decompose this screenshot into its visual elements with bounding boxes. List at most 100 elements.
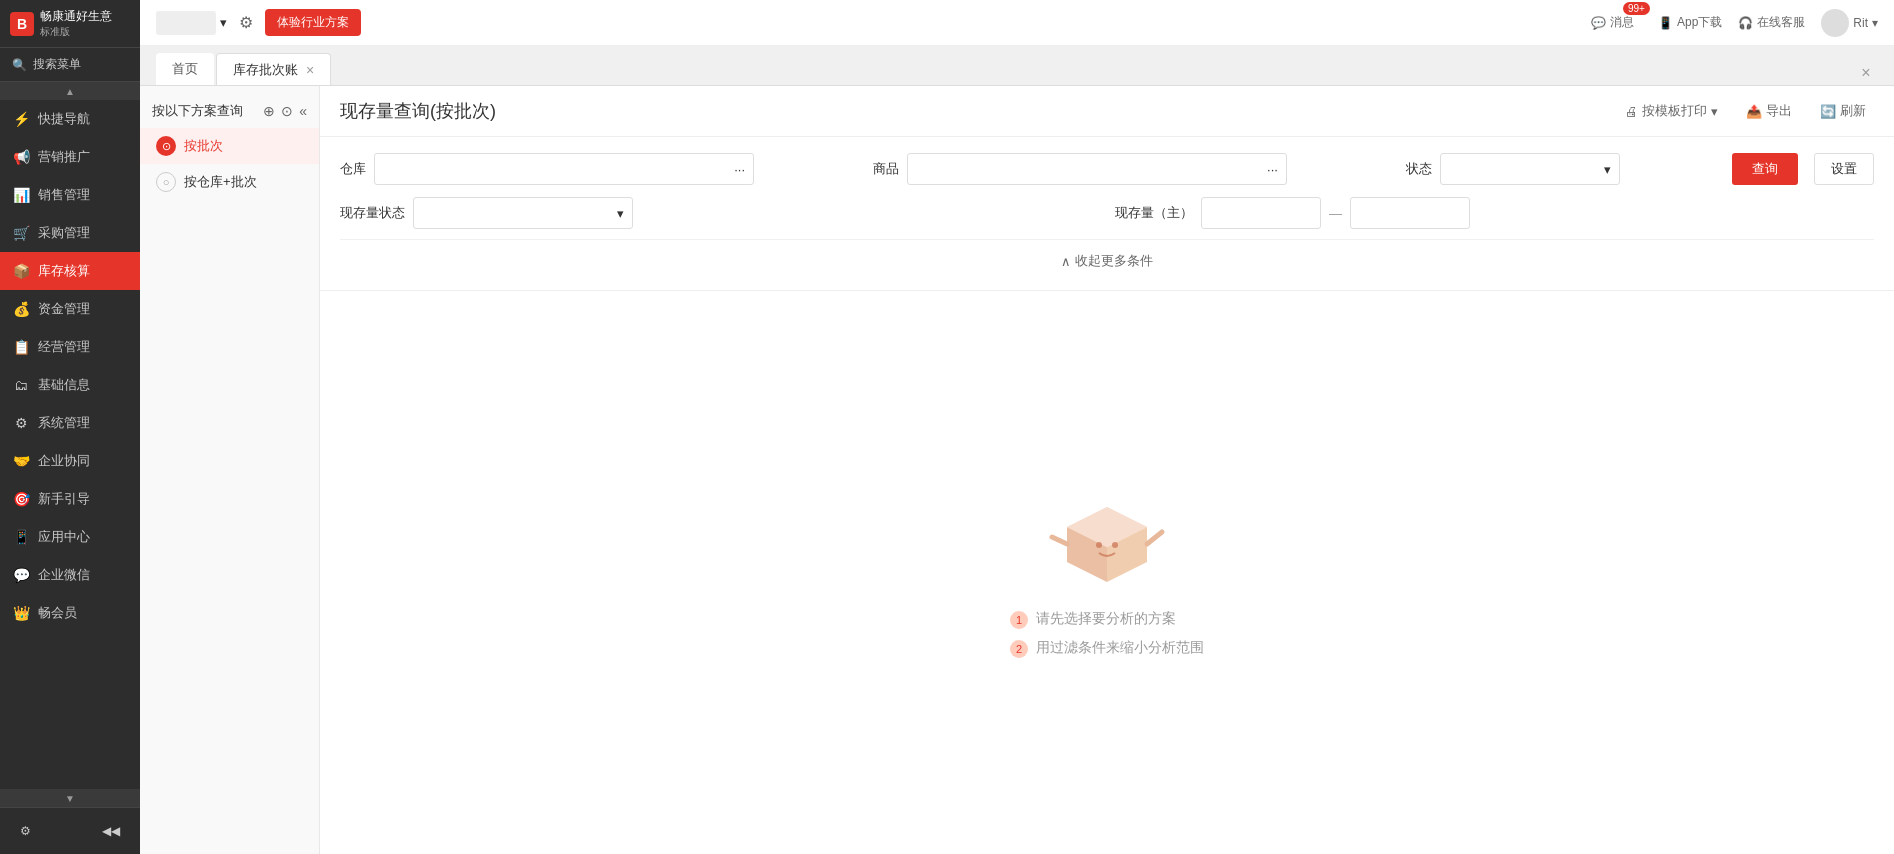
brand-icon: B xyxy=(10,12,34,36)
sidebar-item-quick-nav[interactable]: ⚡ 快捷导航 xyxy=(0,100,140,138)
collapse-filter-btn[interactable]: ∧ 收起更多条件 xyxy=(340,248,1874,274)
message-btn[interactable]: 💬 消息 99+ xyxy=(1583,10,1642,35)
message-label: 消息 xyxy=(1610,14,1634,31)
stock-qty-sep: — xyxy=(1329,206,1342,221)
content-area: 按以下方案查询 ⊕ ⊙ « ⊙ 按批次 ○ 按仓库+批次 现存量查询(按批次) xyxy=(140,86,1894,854)
sidebar-item-label: 企业协同 xyxy=(38,452,90,470)
sidebar-settings-btn[interactable]: ⚙ xyxy=(8,816,43,846)
sidebar-item-wechat[interactable]: 💬 企业微信 xyxy=(0,556,140,594)
purchase-icon: 🛒 xyxy=(12,224,30,242)
add-scheme-btn[interactable]: ⊕ xyxy=(263,103,275,119)
stock-qty-range: — xyxy=(1201,197,1470,229)
sidebar-item-system[interactable]: ⚙ 系统管理 xyxy=(0,404,140,442)
empty-text: 1 请先选择要分析的方案 2 用过滤条件来缩小分析范围 xyxy=(1010,610,1204,668)
scheme-warehouse-label: 按仓库+批次 xyxy=(184,173,257,191)
service-label: 在线客服 xyxy=(1757,14,1805,31)
user-avatar xyxy=(1821,9,1849,37)
sidebar-item-beginner[interactable]: 🎯 新手引导 xyxy=(0,480,140,518)
print-label: 按模板打印 xyxy=(1642,102,1707,120)
sidebar-item-finance[interactable]: 💰 资金管理 xyxy=(0,290,140,328)
brand-name: 畅康通好生意 xyxy=(40,8,112,25)
step2-num: 2 xyxy=(1010,640,1028,658)
export-btn[interactable]: 📤 导出 xyxy=(1738,98,1800,124)
header-dropdown-arrow[interactable]: ▾ xyxy=(220,15,227,30)
page-header: 现存量查询(按批次) 🖨 按模板打印 ▾ 📤 导出 🔄 刷新 xyxy=(320,86,1894,137)
stock-status-select[interactable]: ▾ xyxy=(413,197,633,229)
quick-nav-icon: ⚡ xyxy=(12,110,30,128)
filter-row-2: 现存量状态 ▾ 现存量（主） — xyxy=(340,197,1874,229)
scheme-warehouse-batch[interactable]: ○ 按仓库+批次 xyxy=(140,164,319,200)
filter-area: 仓库 ··· 商品 ··· 状态 xyxy=(320,137,1894,291)
stock-qty-from[interactable] xyxy=(1201,197,1321,229)
sidebar-collapse-btn[interactable]: ◀◀ xyxy=(90,816,132,846)
stock-status-arrow: ▾ xyxy=(617,206,624,221)
online-service-btn[interactable]: 🎧 在线客服 xyxy=(1738,14,1805,31)
sidebar-item-basic-info[interactable]: 🗂 基础信息 xyxy=(0,366,140,404)
empty-state: 1 请先选择要分析的方案 2 用过滤条件来缩小分析范围 xyxy=(320,291,1894,854)
sidebar-item-operations[interactable]: 📋 经营管理 xyxy=(0,328,140,366)
product-input[interactable]: ··· xyxy=(907,153,1287,185)
collapse-label: 收起更多条件 xyxy=(1075,252,1153,270)
basic-info-icon: 🗂 xyxy=(12,376,30,394)
warehouse-input[interactable]: ··· xyxy=(374,153,754,185)
user-menu-btn[interactable]: Rit ▾ xyxy=(1821,9,1878,37)
sidebar-item-label: 销售管理 xyxy=(38,186,90,204)
panel-header: 按以下方案查询 ⊕ ⊙ « xyxy=(140,98,319,128)
sidebar-scroll-up[interactable]: ▲ xyxy=(0,82,140,100)
system-icon: ⚙ xyxy=(12,414,30,432)
sidebar-item-label: 经营管理 xyxy=(38,338,90,356)
print-btn[interactable]: 🖨 按模板打印 ▾ xyxy=(1617,98,1726,124)
panel-actions: ⊕ ⊙ « xyxy=(263,103,307,119)
sidebar-item-purchase[interactable]: 🛒 采购管理 xyxy=(0,214,140,252)
stock-qty-group: 现存量（主） — xyxy=(1115,197,1874,229)
empty-step-2: 2 用过滤条件来缩小分析范围 xyxy=(1010,639,1204,658)
export-label: 导出 xyxy=(1766,102,1792,120)
header-dropdown[interactable]: ▾ xyxy=(156,11,227,35)
beginner-icon: 🎯 xyxy=(12,490,30,508)
product-label: 商品 xyxy=(873,160,899,178)
enterprise-icon: 🤝 xyxy=(12,452,30,470)
sidebar-item-member[interactable]: 👑 畅会员 xyxy=(0,594,140,632)
page-header-actions: 🖨 按模板打印 ▾ 📤 导出 🔄 刷新 xyxy=(1617,98,1874,124)
brand-edition: 标准版 xyxy=(40,25,112,39)
refresh-btn[interactable]: 🔄 刷新 xyxy=(1812,98,1874,124)
sidebar-item-sales[interactable]: 📊 销售管理 xyxy=(0,176,140,214)
print-icon: 🖨 xyxy=(1625,104,1638,119)
scheme-batch[interactable]: ⊙ 按批次 xyxy=(140,128,319,164)
query-btn[interactable]: 查询 xyxy=(1732,153,1798,185)
scheme-settings-btn[interactable]: ⊙ xyxy=(281,103,293,119)
print-dropdown-arrow[interactable]: ▾ xyxy=(1711,104,1718,119)
sidebar-search[interactable]: 🔍 搜索菜单 xyxy=(0,48,140,82)
try-industry-btn[interactable]: 体验行业方案 xyxy=(265,9,361,36)
status-select[interactable]: ▾ xyxy=(1440,153,1620,185)
right-content: 现存量查询(按批次) 🖨 按模板打印 ▾ 📤 导出 🔄 刷新 xyxy=(320,86,1894,854)
stock-qty-to[interactable] xyxy=(1350,197,1470,229)
sidebar-scroll-down[interactable]: ▼ xyxy=(0,789,140,807)
sidebar-item-marketing[interactable]: 📢 营销推广 xyxy=(0,138,140,176)
wechat-icon: 💬 xyxy=(12,566,30,584)
close-panel-btn[interactable]: × xyxy=(1854,61,1878,85)
sidebar-item-label: 应用中心 xyxy=(38,528,90,546)
sidebar-item-inventory[interactable]: 📦 库存核算 xyxy=(0,252,140,290)
settings-btn[interactable]: 设置 xyxy=(1814,153,1874,185)
stock-status-label: 现存量状态 xyxy=(340,204,405,222)
sidebar-item-enterprise[interactable]: 🤝 企业协同 xyxy=(0,442,140,480)
empty-illustration xyxy=(1047,477,1167,590)
tab-home[interactable]: 首页 xyxy=(156,53,214,85)
app-download-icon: 📱 xyxy=(1658,16,1673,30)
tab-inventory-batch[interactable]: 库存批次账 × xyxy=(216,53,331,85)
app-download-btn[interactable]: 📱 App下载 xyxy=(1658,14,1722,31)
sidebar-search-label: 搜索菜单 xyxy=(33,56,81,73)
user-name: Rit xyxy=(1853,16,1868,30)
sidebar-item-app-center[interactable]: 📱 应用中心 xyxy=(0,518,140,556)
scheme-warehouse-icon: ○ xyxy=(156,172,176,192)
settings-bottom-icon: ⚙ xyxy=(20,824,31,838)
header-settings-icon[interactable]: ⚙ xyxy=(239,13,253,32)
collapse-panel-btn[interactable]: « xyxy=(299,103,307,119)
header-actions: 💬 消息 99+ 📱 App下载 🎧 在线客服 Rit ▾ xyxy=(1583,9,1878,37)
collapse-icon: ∧ xyxy=(1061,254,1071,269)
export-icon: 📤 xyxy=(1746,104,1762,119)
scheme-batch-icon: ⊙ xyxy=(156,136,176,156)
scheme-batch-label: 按批次 xyxy=(184,137,223,155)
tab-close-btn[interactable]: × xyxy=(306,62,314,78)
